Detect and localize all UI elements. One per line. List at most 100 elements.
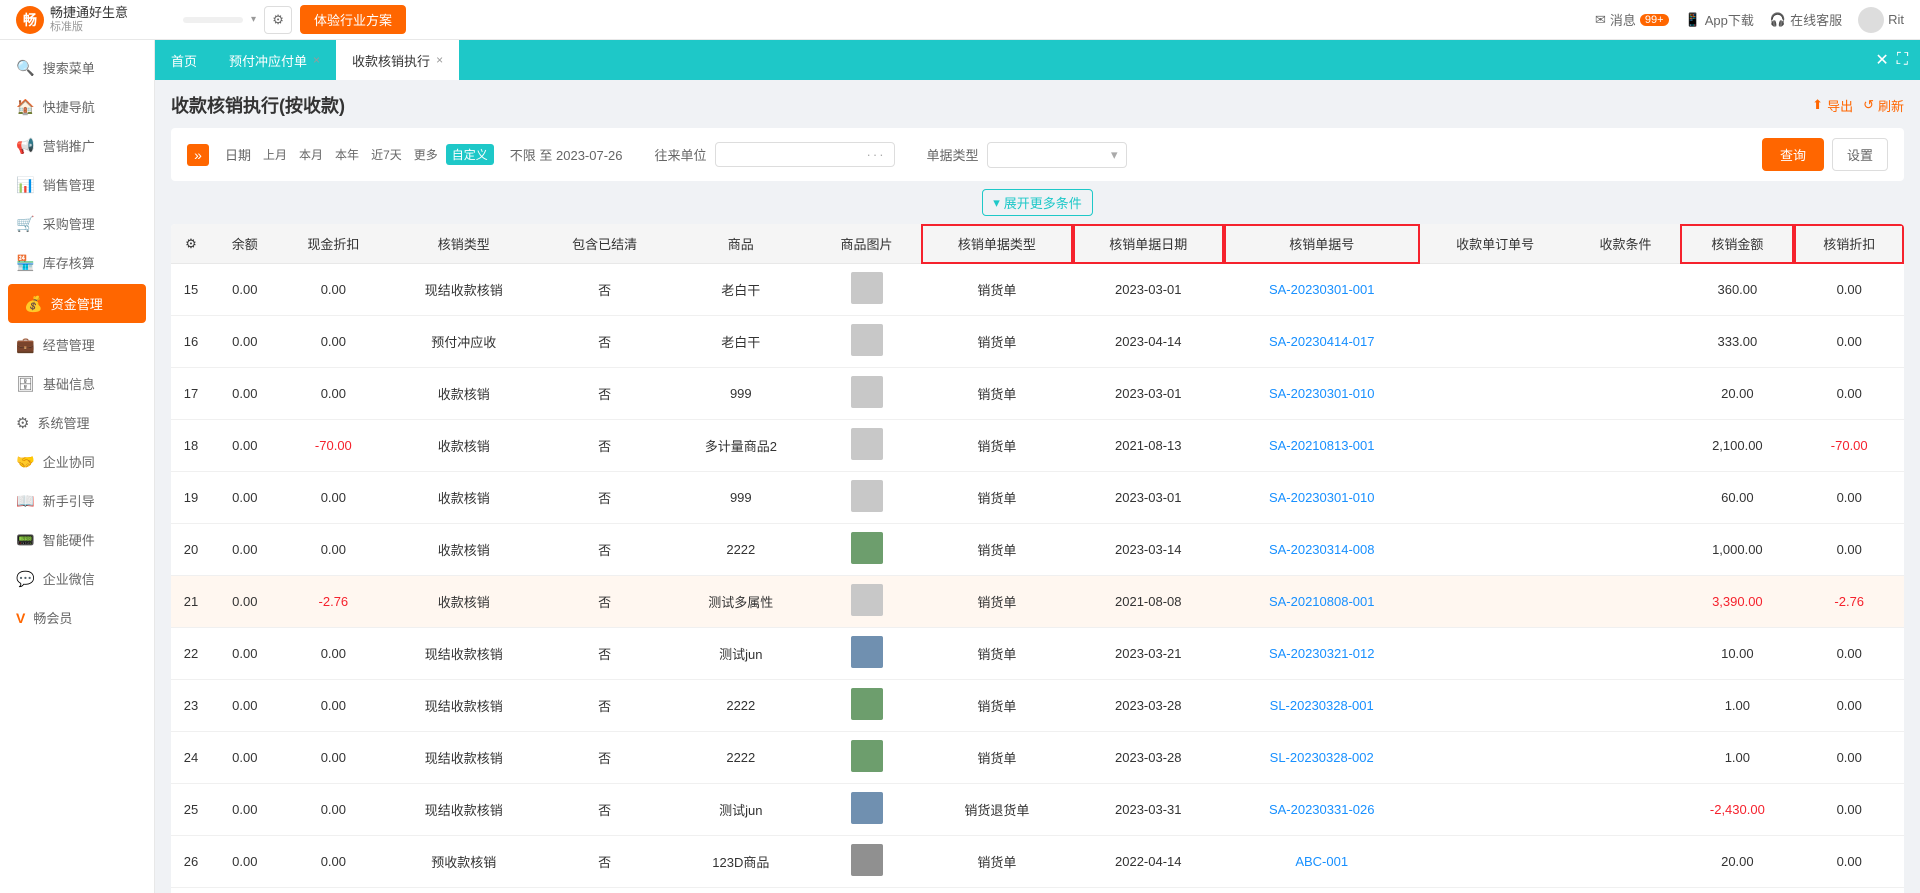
cell-voucher-no[interactable]: SA-20230301-001 [1224, 264, 1420, 316]
close-tab-icon[interactable]: ✕ [1875, 50, 1888, 70]
cell-voucher-no[interactable]: SA-20210808-001 [1224, 576, 1420, 628]
cell-id: 19 [171, 472, 211, 524]
cell-payment-terms [1571, 316, 1680, 368]
sidebar-item-collaboration[interactable]: 🤝 企业协同 [0, 442, 154, 481]
cell-payment-terms [1571, 732, 1680, 784]
cell-id: 27 [171, 888, 211, 893]
sidebar-item-system[interactable]: ⚙ 系统管理 [0, 403, 154, 442]
sidebar-item-hardware[interactable]: 📟 智能硬件 [0, 520, 154, 559]
sidebar-item-search[interactable]: 🔍 搜索菜单 [0, 48, 154, 87]
filter-toggle-button[interactable]: » [187, 144, 209, 166]
message-button[interactable]: ✉ 消息 99+ [1595, 10, 1669, 29]
cell-receipt-no [1420, 472, 1571, 524]
user-area[interactable]: Rit [1858, 7, 1904, 33]
home-icon: 🏠 [16, 98, 35, 116]
cell-amount: 10.00 [1680, 628, 1794, 680]
export-button[interactable]: ⬆ 导出 [1812, 96, 1853, 115]
sidebar-item-operations[interactable]: 💼 经营管理 [0, 325, 154, 364]
partner-input[interactable] [724, 147, 844, 162]
cell-voucher-date: 2023-03-01 [1073, 472, 1224, 524]
date-btn-this-year[interactable]: 本年 [331, 144, 363, 165]
cell-id: 17 [171, 368, 211, 420]
date-btn-more[interactable]: 更多 [410, 144, 442, 165]
col-settings[interactable]: ⚙ [171, 224, 211, 264]
date-btn-custom[interactable]: 自定义 [446, 144, 494, 165]
table-row: 19 0.00 0.00 收款核销 否 999 销货单 2023-03-01 S… [171, 472, 1904, 524]
cell-amount: 360.00 [1680, 264, 1794, 316]
solution-button[interactable]: 体验行业方案 [300, 5, 406, 34]
sidebar-item-basic[interactable]: 🗄 基础信息 [0, 364, 154, 403]
expand-tab-icon[interactable]: ⛶ [1897, 51, 1908, 69]
cell-amount: 333.00 [1680, 316, 1794, 368]
cell-payment-terms [1571, 888, 1680, 893]
date-btn-last-month[interactable]: 上月 [259, 144, 291, 165]
cell-balance: 0.00 [211, 524, 279, 576]
cell-voucher-type: 销货单 [921, 732, 1072, 784]
cell-balance: 0.00 [211, 472, 279, 524]
top-bar-title-area: ▾ ⚙ 体验行业方案 [183, 5, 1583, 34]
vip-icon: V [16, 610, 25, 626]
cell-cash-discount: 0.00 [279, 472, 388, 524]
cell-amount: 20.00 [1680, 836, 1794, 888]
sidebar-item-marketing[interactable]: 📢 营销推广 [0, 126, 154, 165]
chevron-down-icon[interactable]: ▾ [251, 14, 256, 25]
cell-voucher-no[interactable]: ABC-001 [1224, 836, 1420, 888]
cell-type: 现结收款核销 [388, 628, 539, 680]
expand-conditions-button[interactable]: ▾ 展开更多条件 [982, 189, 1093, 216]
cell-voucher-no[interactable]: SA-20230414-017 [1224, 316, 1420, 368]
cell-amount: 1.00 [1680, 680, 1794, 732]
settings-icon[interactable]: ⚙ [264, 6, 292, 34]
online-service-button[interactable]: 🎧 在线客服 [1770, 10, 1842, 29]
date-btn-7days[interactable]: 近7天 [367, 144, 406, 165]
cell-voucher-no[interactable]: SL-20230328-001 [1224, 680, 1420, 732]
logo-area: 畅 畅捷通好生意 标准版 [16, 5, 171, 34]
cell-voucher-no[interactable]: SA-20230301-010 [1224, 472, 1420, 524]
cell-voucher-date: 2023-03-31 [1073, 784, 1224, 836]
sidebar-item-purchase[interactable]: 🛒 采购管理 [0, 204, 154, 243]
logo-text: 畅捷通好生意 标准版 [50, 5, 128, 34]
cell-voucher-no[interactable]: SA-20230314-008 [1224, 524, 1420, 576]
sidebar: 🔍 搜索菜单 🏠 快捷导航 📢 营销推广 📊 销售管理 🛒 采购管理 🏪 库存核… [0, 40, 155, 893]
cell-voucher-no[interactable]: SA-20230301-010 [1224, 368, 1420, 420]
sidebar-item-wechat[interactable]: 💬 企业微信 [0, 559, 154, 598]
cell-voucher-no[interactable]: SA-20230331-026 [1224, 784, 1420, 836]
sidebar-item-guide[interactable]: 📖 新手引导 [0, 481, 154, 520]
refresh-button[interactable]: ↺ 刷新 [1863, 96, 1904, 115]
cell-cash-discount: 0.00 [279, 316, 388, 368]
app-download-button[interactable]: 📱 App下载 [1685, 10, 1754, 29]
col-voucher-date: 核销单据日期 [1073, 224, 1224, 264]
cell-voucher-no[interactable]: SA-20230321-012 [1224, 628, 1420, 680]
cell-voucher-date: 2022-04-14 [1073, 836, 1224, 888]
partner-select-icon[interactable]: ··· [867, 147, 886, 162]
cell-voucher-no[interactable]: SL-20230408-001 [1224, 888, 1420, 893]
cell-goods: 2222 [670, 680, 812, 732]
cell-goods: 测试jun [670, 628, 812, 680]
table-row: 25 0.00 0.00 现结收款核销 否 测试jun 销货退货单 2023-0… [171, 784, 1904, 836]
tab-writeoff-close[interactable]: × [436, 53, 443, 67]
tab-prepay[interactable]: 预付冲应付单 × [213, 40, 336, 80]
cell-amount: -2,430.00 [1680, 784, 1794, 836]
cell-id: 23 [171, 680, 211, 732]
tab-home[interactable]: 首页 [155, 40, 213, 80]
sidebar-item-vip[interactable]: V 畅会员 [0, 598, 154, 637]
cell-goods: 多计量商品2 [670, 420, 812, 472]
chart-icon: 📊 [16, 176, 35, 194]
table-row: 22 0.00 0.00 现结收款核销 否 测试jun 销货单 2023-03-… [171, 628, 1904, 680]
cell-voucher-date: 2021-08-08 [1073, 576, 1224, 628]
cell-voucher-no[interactable]: SL-20230328-002 [1224, 732, 1420, 784]
date-btn-this-month[interactable]: 本月 [295, 144, 327, 165]
cell-settled: 否 [539, 628, 669, 680]
cell-discount: 0.00 [1794, 368, 1904, 420]
sidebar-item-sales[interactable]: 📊 销售管理 [0, 165, 154, 204]
table-row: 21 0.00 -2.76 收款核销 否 测试多属性 销货单 2021-08-0… [171, 576, 1904, 628]
cell-voucher-no[interactable]: SA-20210813-001 [1224, 420, 1420, 472]
settings-button[interactable]: 设置 [1832, 138, 1888, 171]
query-button[interactable]: 查询 [1762, 138, 1824, 171]
cell-settled: 否 [539, 472, 669, 524]
tab-prepay-close[interactable]: × [313, 53, 320, 67]
sidebar-item-inventory[interactable]: 🏪 库存核算 [0, 243, 154, 282]
sidebar-item-finance[interactable]: 💰 资金管理 [8, 284, 146, 323]
tab-writeoff[interactable]: 收款核销执行 × [336, 40, 459, 80]
sidebar-item-quicknav[interactable]: 🏠 快捷导航 [0, 87, 154, 126]
tab-prepay-label: 预付冲应付单 [229, 51, 307, 70]
